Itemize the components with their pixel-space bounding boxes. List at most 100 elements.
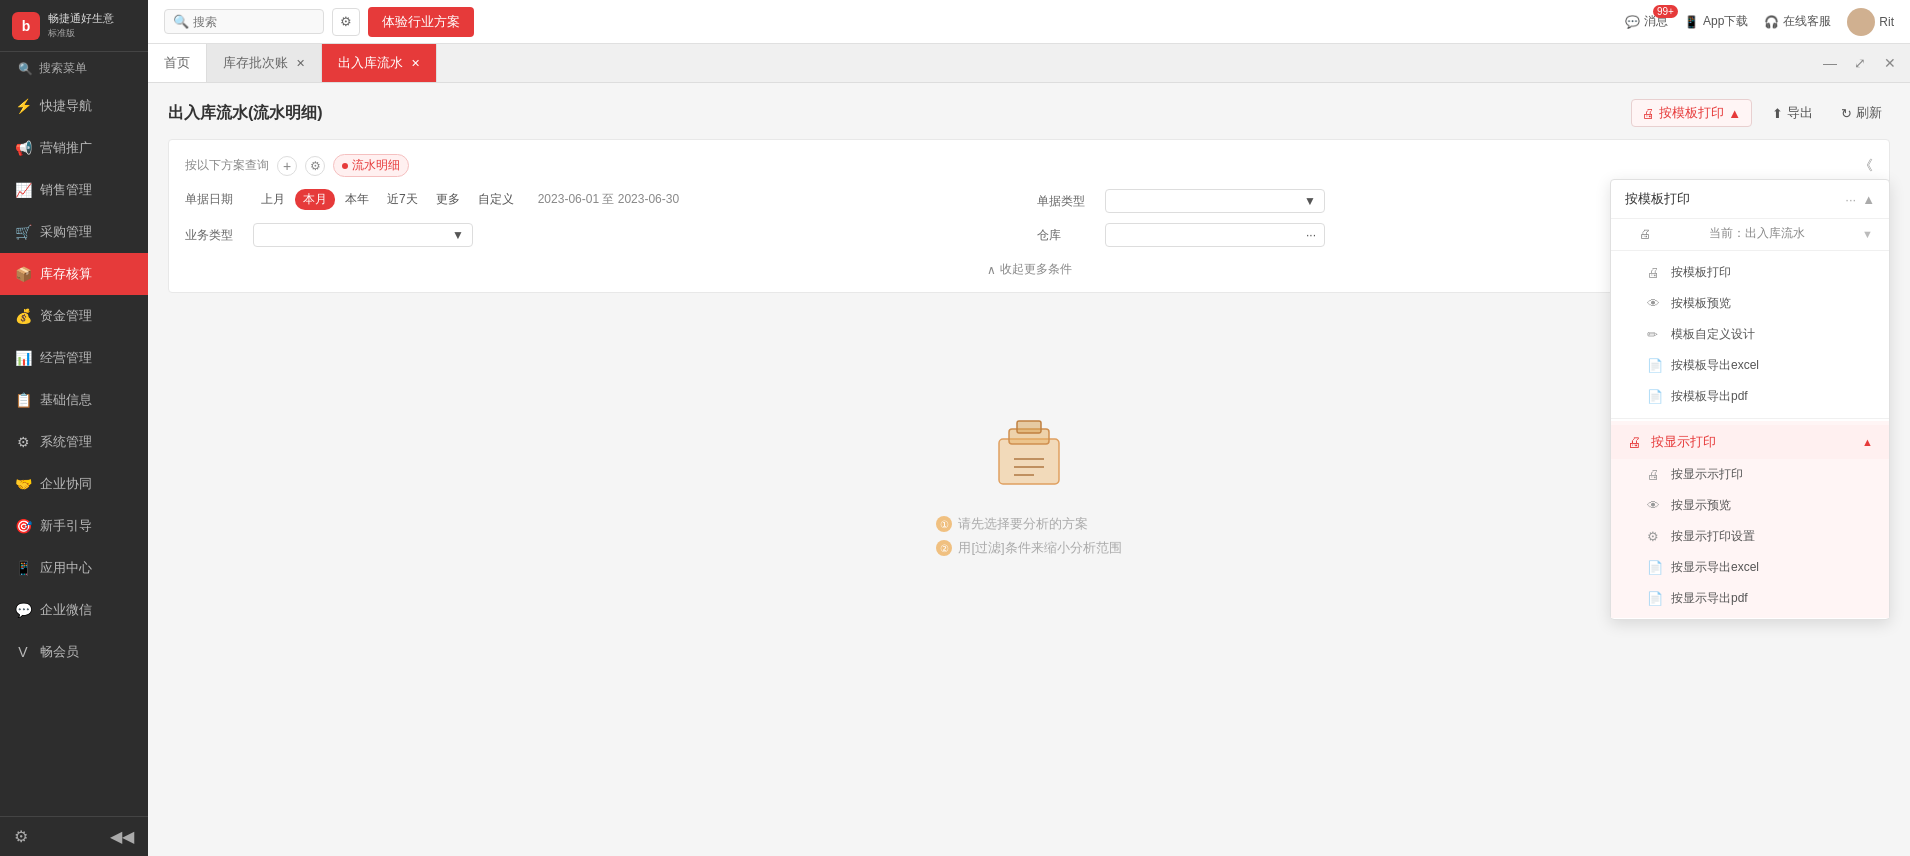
- display-section: 🖨 按显示打印 ▲ 🖨 按显示示打印 👁 按显示预览 ⚙: [1611, 421, 1889, 618]
- filter-collapse-btn[interactable]: 《: [1859, 157, 1873, 175]
- operations-icon: 📊: [14, 349, 32, 367]
- app-version: 标准版: [48, 27, 114, 40]
- dropdown-ellipsis-icon[interactable]: ···: [1845, 192, 1856, 207]
- display-preview-item[interactable]: 👁 按显示预览: [1611, 490, 1889, 521]
- tab-minimize-btn[interactable]: —: [1818, 51, 1842, 75]
- template-pdf-item[interactable]: 📄 按模板导出pdf: [1611, 381, 1889, 412]
- industry-btn[interactable]: 体验行业方案: [368, 7, 474, 37]
- doctype-select[interactable]: ▼: [1105, 189, 1325, 213]
- nav-label-sales: 销售管理: [40, 181, 92, 199]
- date-tab-prev-month[interactable]: 上月: [253, 189, 293, 210]
- current-label: 当前：出入库流水: [1709, 225, 1805, 242]
- display-settings-icon: ⚙: [1647, 529, 1663, 545]
- user-avatar[interactable]: Rit: [1847, 8, 1894, 36]
- biztype-select[interactable]: ▼: [253, 223, 473, 247]
- sidebar-item-basic[interactable]: 📋 基础信息: [0, 379, 148, 421]
- warehouse-more-icon: ···: [1306, 228, 1316, 242]
- display-print-label: 按显示示打印: [1671, 466, 1743, 483]
- topbar-right: 💬 消息 99+ 📱 App下载 🎧 在线客服 Rit: [1625, 8, 1894, 36]
- sidebar-item-finance[interactable]: 💰 资金管理: [0, 295, 148, 337]
- sales-icon: 📈: [14, 181, 32, 199]
- sidebar-search[interactable]: 🔍 搜索菜单: [0, 52, 148, 85]
- tab-batch-account[interactable]: 库存批次账 ✕: [207, 44, 322, 82]
- nav-label-finance: 资金管理: [40, 307, 92, 325]
- display-preview-icon: 👁: [1647, 498, 1663, 514]
- tab-close-all-btn[interactable]: ✕: [1878, 51, 1902, 75]
- tab-inventory-flow[interactable]: 出入库流水 ✕: [322, 44, 437, 82]
- topbar-settings-btn[interactable]: ⚙: [332, 8, 360, 36]
- search-icon: 🔍: [18, 62, 33, 76]
- nav-label-inventory: 库存核算: [40, 265, 92, 283]
- nav-label-guide: 新手引导: [40, 517, 92, 535]
- headset-icon: 🎧: [1764, 15, 1779, 29]
- display-settings-label: 按显示打印设置: [1671, 528, 1755, 545]
- sidebar-item-cooperation[interactable]: 🤝 企业协同: [0, 463, 148, 505]
- logo-icon: b: [12, 12, 40, 40]
- print-template-btn[interactable]: 🖨 按模板打印 ▲: [1631, 99, 1752, 127]
- app-download-btn[interactable]: 📱 App下载: [1684, 13, 1748, 30]
- sidebar-item-apps[interactable]: 📱 应用中心: [0, 547, 148, 589]
- date-tab-7days[interactable]: 近7天: [379, 189, 426, 210]
- sidebar-item-wechat[interactable]: 💬 企业微信: [0, 589, 148, 631]
- nav-label-cooperation: 企业协同: [40, 475, 92, 493]
- display-excel-item[interactable]: 📄 按显示导出excel: [1611, 552, 1889, 583]
- quick-nav-icon: ⚡: [14, 97, 32, 115]
- display-settings-item[interactable]: ⚙ 按显示打印设置: [1611, 521, 1889, 552]
- empty-steps: ① 请先选择要分析的方案 ② 用[过滤]条件来缩小分析范围: [936, 515, 1121, 563]
- display-print-icon: 🖨: [1647, 467, 1663, 483]
- tab-home[interactable]: 首页: [148, 44, 207, 82]
- filter-add-btn[interactable]: +: [277, 156, 297, 176]
- step-2-text: 用[过滤]条件来缩小分析范围: [958, 539, 1121, 557]
- dropdown-collapse-icon[interactable]: ▲: [1862, 192, 1875, 207]
- sidebar-item-quick-nav[interactable]: ⚡ 快捷导航: [0, 85, 148, 127]
- template-excel-item[interactable]: 📄 按模板导出excel: [1611, 350, 1889, 381]
- collapse-sidebar-icon[interactable]: ◀◀: [110, 827, 134, 846]
- page-actions: 🖨 按模板打印 ▲ ⬆ 导出 ↻ 刷新: [1631, 99, 1890, 127]
- filter-header: 按以下方案查询 + ⚙ 流水明细 《: [185, 154, 1873, 177]
- phone-icon: 📱: [1684, 15, 1699, 29]
- online-service-btn[interactable]: 🎧 在线客服: [1764, 13, 1831, 30]
- empty-icon: [979, 409, 1079, 499]
- display-section-header[interactable]: 🖨 按显示打印 ▲: [1611, 425, 1889, 459]
- template-excel-icon: 📄: [1647, 358, 1663, 374]
- sidebar-item-purchase[interactable]: 🛒 采购管理: [0, 211, 148, 253]
- export-icon: ⬆: [1772, 106, 1783, 121]
- date-tab-current-month[interactable]: 本月: [295, 189, 335, 210]
- date-tab-custom[interactable]: 自定义: [470, 189, 522, 210]
- topbar-search-input[interactable]: [193, 15, 315, 29]
- template-custom-item[interactable]: ✏ 模板自定义设计: [1611, 319, 1889, 350]
- refresh-btn[interactable]: ↻ 刷新: [1833, 100, 1890, 126]
- tab-maximize-btn[interactable]: ⤢: [1848, 51, 1872, 75]
- collapse-more-btn[interactable]: ∧ 收起更多条件: [987, 261, 1072, 278]
- sidebar-item-system[interactable]: ⚙ 系统管理: [0, 421, 148, 463]
- date-tab-current-year[interactable]: 本年: [337, 189, 377, 210]
- template-print-item[interactable]: 🖨 按模板打印: [1611, 257, 1889, 288]
- sidebar-item-marketing[interactable]: 📢 营销推广: [0, 127, 148, 169]
- dropdown-header: 按模板打印 ··· ▲: [1611, 180, 1889, 219]
- warehouse-select[interactable]: ···: [1105, 223, 1325, 247]
- template-custom-label: 模板自定义设计: [1671, 326, 1755, 343]
- tab-inventory-flow-close[interactable]: ✕: [411, 57, 420, 70]
- sidebar-item-inventory[interactable]: 📦 库存核算: [0, 253, 148, 295]
- topbar-search-box[interactable]: 🔍: [164, 9, 324, 34]
- empty-step-2: ② 用[过滤]条件来缩小分析范围: [936, 539, 1121, 557]
- messages-btn[interactable]: 💬 消息 99+: [1625, 13, 1668, 30]
- date-tab-more[interactable]: 更多: [428, 189, 468, 210]
- export-btn[interactable]: ⬆ 导出: [1764, 100, 1821, 126]
- sidebar-item-operations[interactable]: 📊 经营管理: [0, 337, 148, 379]
- display-pdf-item[interactable]: 📄 按显示导出pdf: [1611, 583, 1889, 614]
- display-print-item[interactable]: 🖨 按显示示打印: [1611, 459, 1889, 490]
- filter-settings-btn[interactable]: ⚙: [305, 156, 325, 176]
- doctype-chevron-icon: ▼: [1304, 194, 1316, 208]
- tab-batch-account-close[interactable]: ✕: [296, 57, 305, 70]
- guide-icon: 🎯: [14, 517, 32, 535]
- settings-bottom-icon[interactable]: ⚙: [14, 827, 28, 846]
- filter-chip[interactable]: 流水明细: [333, 154, 409, 177]
- print-dropdown-overlay: 按模板打印 ··· ▲ 🖨 当前：出入库流水 ▼ 🖨: [1610, 179, 1890, 620]
- sidebar-item-sales[interactable]: 📈 销售管理: [0, 169, 148, 211]
- refresh-label: 刷新: [1856, 104, 1882, 122]
- sidebar-item-vip[interactable]: V 畅会员: [0, 631, 148, 673]
- template-pdf-icon: 📄: [1647, 389, 1663, 405]
- template-preview-item[interactable]: 👁 按模板预览: [1611, 288, 1889, 319]
- sidebar-item-guide[interactable]: 🎯 新手引导: [0, 505, 148, 547]
